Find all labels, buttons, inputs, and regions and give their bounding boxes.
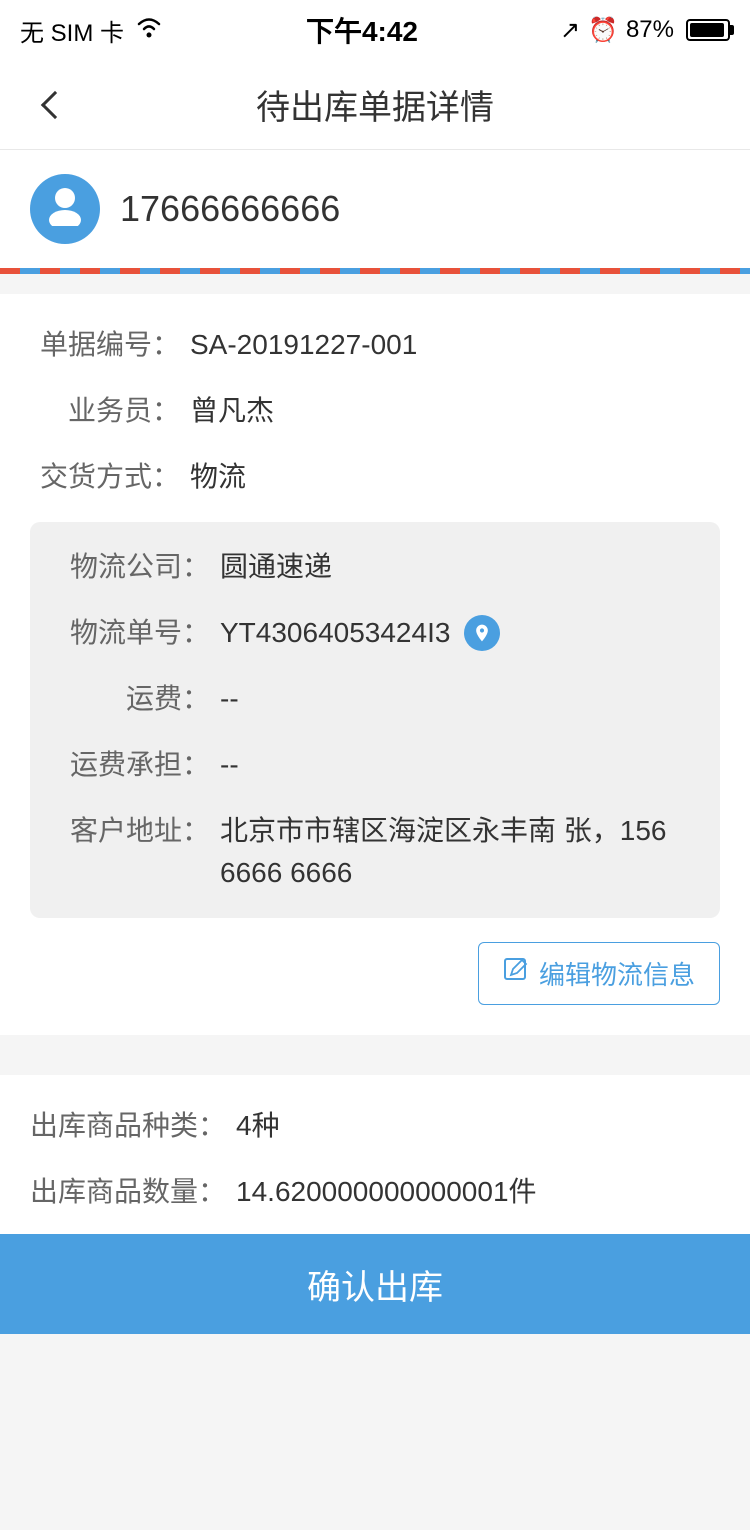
delivery-row: 交货方式： 物流 <box>30 456 720 498</box>
logistics-tracking-value: YT43064053424I3 <box>220 612 690 654</box>
customer-header: 17666666666 <box>0 150 750 268</box>
status-right: ↗ ⏰ 87% <box>560 16 730 45</box>
address-row: 客户地址： 北京市市辖区海淀区永丰南 张，156 6666 6666 <box>60 810 690 894</box>
alarm-icon: ⏰ <box>588 16 618 45</box>
battery-percent: 87% <box>626 16 674 44</box>
back-button[interactable] <box>30 80 80 130</box>
logistics-company-label: 物流公司： <box>60 546 210 588</box>
goods-type-row: 出库商品种类： 4种 <box>30 1105 720 1147</box>
edit-logistics-button[interactable]: 编辑物流信息 <box>478 942 720 1005</box>
status-left: 无 SIM 卡 <box>20 13 164 48</box>
salesman-row: 业务员： 曾凡杰 <box>30 390 720 432</box>
logistics-section: 物流公司： 圆通速递 物流单号： YT43064053424I3 运费： -- … <box>30 522 720 918</box>
address-label: 客户地址： <box>60 810 210 852</box>
edit-btn-label: 编辑物流信息 <box>539 955 695 992</box>
freight-value: -- <box>220 678 690 720</box>
order-number-value: SA-20191227-001 <box>190 324 720 366</box>
back-arrow-icon <box>41 90 69 118</box>
order-number-row: 单据编号： SA-20191227-001 <box>30 324 720 366</box>
salesman-label: 业务员： <box>30 390 180 432</box>
goods-quantity-value: 14.620000000000001件 <box>236 1171 720 1213</box>
order-info-section: 单据编号： SA-20191227-001 业务员： 曾凡杰 交货方式： 物流 … <box>0 294 750 1035</box>
goods-type-label: 出库商品种类： <box>30 1105 226 1147</box>
goods-quantity-label: 出库商品数量： <box>30 1171 226 1213</box>
customer-phone: 17666666666 <box>120 188 340 230</box>
avatar <box>30 174 100 244</box>
carrier-text: 无 SIM 卡 <box>20 13 124 48</box>
logistics-tracking-row: 物流单号： YT43064053424I3 <box>60 612 690 654</box>
freight-bear-label: 运费承担： <box>60 744 210 786</box>
freight-bear-row: 运费承担： -- <box>60 744 690 786</box>
confirm-outbound-button[interactable]: 确认出库 <box>0 1234 750 1334</box>
nav-bar: 待出库单据详情 <box>0 60 750 150</box>
logistics-tracking-label: 物流单号： <box>60 612 210 654</box>
order-number-label: 单据编号： <box>30 324 180 366</box>
status-time: 下午4:42 <box>306 10 418 50</box>
dashed-divider <box>0 268 750 274</box>
logistics-company-value: 圆通速递 <box>220 546 690 588</box>
delivery-label: 交货方式： <box>30 456 180 498</box>
wifi-icon <box>134 16 164 45</box>
logistics-company-row: 物流公司： 圆通速递 <box>60 546 690 588</box>
section-gap <box>0 1035 750 1055</box>
goods-quantity-row: 出库商品数量： 14.620000000000001件 <box>30 1171 720 1213</box>
address-value: 北京市市辖区海淀区永丰南 张，156 6666 6666 <box>220 810 690 894</box>
page-title: 待出库单据详情 <box>256 80 494 129</box>
confirm-btn-label: 确认出库 <box>307 1260 443 1309</box>
battery-icon <box>686 19 730 41</box>
salesman-value: 曾凡杰 <box>190 390 720 432</box>
goods-type-value: 4种 <box>236 1105 720 1147</box>
delivery-value: 物流 <box>190 456 720 498</box>
location-pin-icon[interactable] <box>464 615 500 651</box>
edit-btn-row: 编辑物流信息 <box>30 942 720 1005</box>
freight-label: 运费： <box>60 678 210 720</box>
status-bar: 无 SIM 卡 下午4:42 ↗ ⏰ 87% <box>0 0 750 60</box>
user-icon <box>43 182 87 236</box>
freight-row: 运费： -- <box>60 678 690 720</box>
content-spacer <box>0 1330 750 1530</box>
edit-icon <box>503 957 529 990</box>
location-icon: ↗ <box>560 16 580 45</box>
freight-bear-value: -- <box>220 744 690 786</box>
